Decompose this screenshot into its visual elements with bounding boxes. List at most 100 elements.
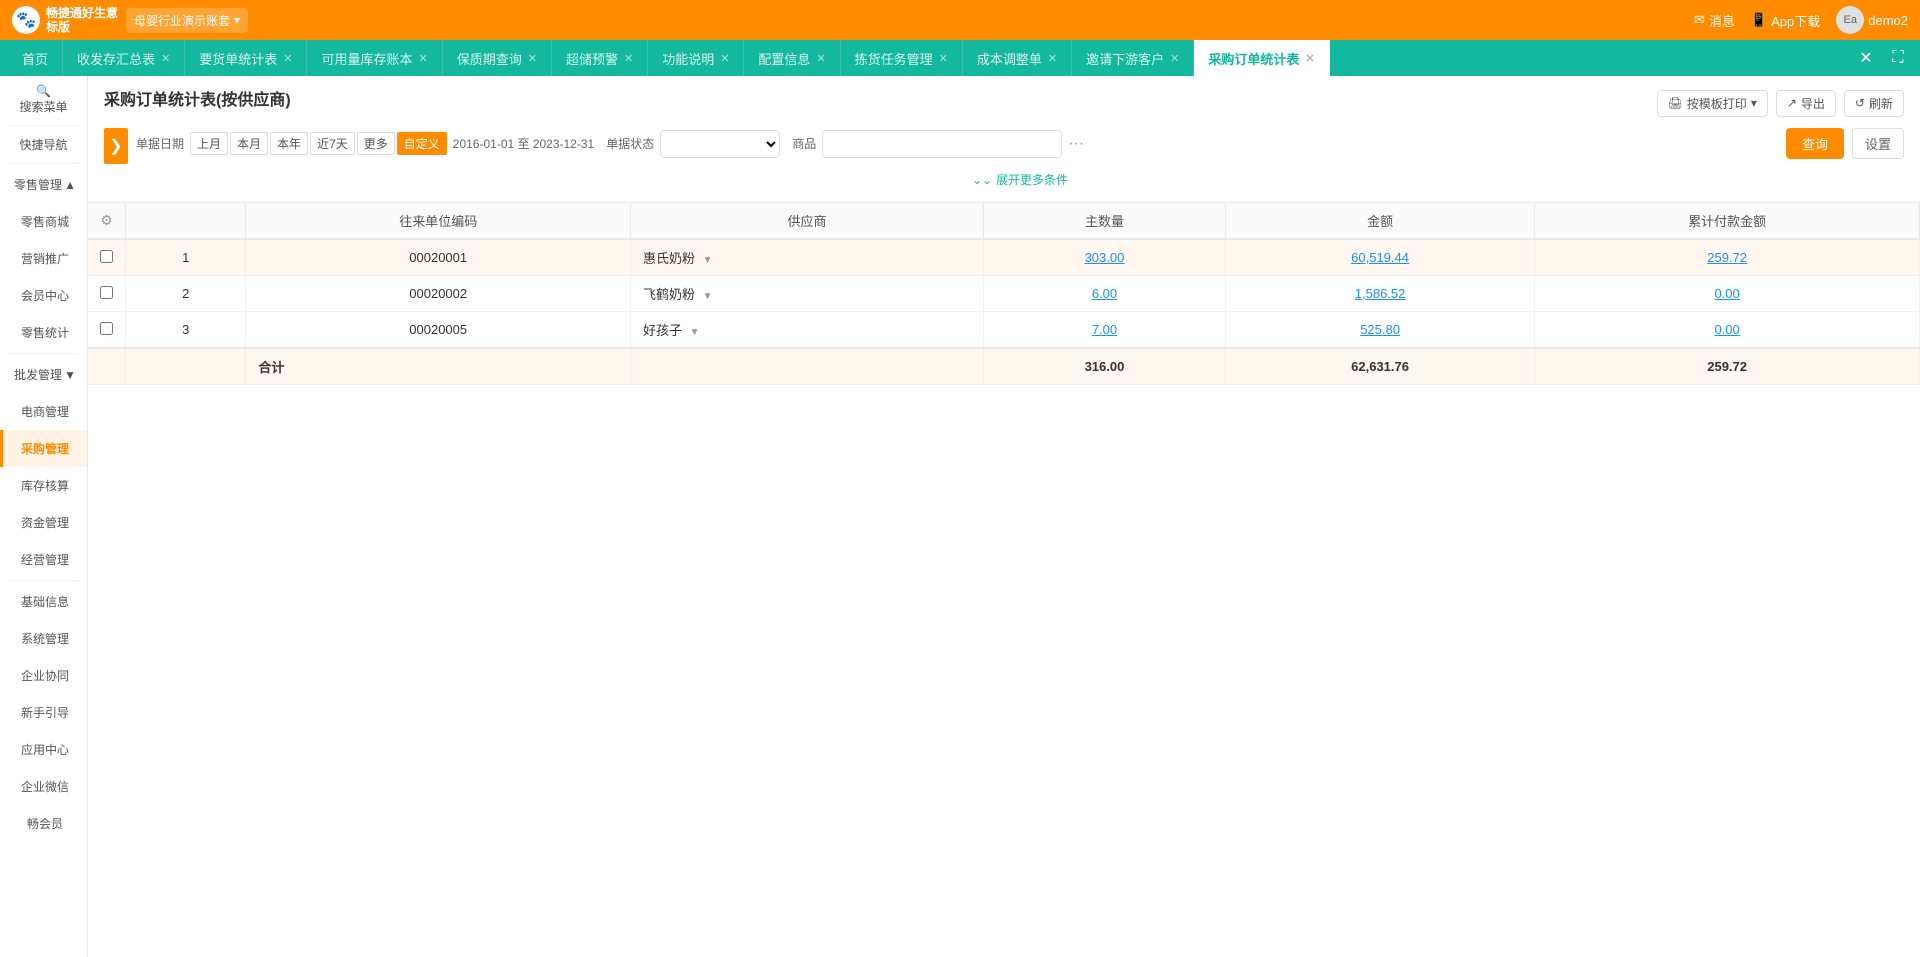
- export-btn[interactable]: ↗ 导出: [1776, 90, 1836, 117]
- table-row: 3 00020005 好孩子 ▼ 7.00 525.80 0.00: [88, 312, 1920, 349]
- close-tab-yhd[interactable]: ✕: [283, 52, 292, 65]
- date-btn-last-month[interactable]: 上月: [190, 132, 228, 155]
- sidebar-item-xsyd[interactable]: 新手引导: [0, 694, 87, 731]
- column-settings-icon[interactable]: ⚙: [100, 212, 113, 228]
- amount-link[interactable]: 525.80: [1360, 322, 1400, 337]
- sidebar-item-kche[interactable]: 库存核算: [0, 467, 87, 504]
- sidebar-item-hyxx[interactable]: 会员中心: [0, 277, 87, 314]
- sidebar-item-qywx[interactable]: 企业微信: [0, 768, 87, 805]
- cell-code: 00020005: [246, 312, 631, 349]
- sidebar-item-jygl[interactable]: 经营管理: [0, 541, 87, 578]
- expand-more-btn[interactable]: ⌄⌄ 展开更多条件: [962, 169, 1078, 190]
- close-tab-cgdd[interactable]: ✕: [1305, 52, 1314, 65]
- date-btn-custom[interactable]: 自定义: [397, 132, 447, 155]
- close-tab-ccyj[interactable]: ✕: [624, 52, 633, 65]
- row-checkbox[interactable]: [100, 322, 113, 335]
- qty-link[interactable]: 7.00: [1092, 322, 1117, 337]
- th-settings: ⚙: [88, 203, 126, 239]
- qty-link[interactable]: 6.00: [1092, 286, 1117, 301]
- close-tab-yqxyk[interactable]: ✕: [1170, 52, 1179, 65]
- sidebar-item-lssc[interactable]: 零售商城: [0, 203, 87, 240]
- close-tab-jhrw[interactable]: ✕: [939, 52, 948, 65]
- cell-seq: 1: [126, 239, 246, 276]
- tab-yhd[interactable]: 要货单统计表 ✕: [185, 40, 307, 76]
- sidebar-item-yxtg[interactable]: 营销推广: [0, 240, 87, 277]
- sidebar-item-pfgl[interactable]: 批发管理 ▼: [0, 356, 87, 393]
- tab-yqxyk[interactable]: 邀请下游客户 ✕: [1072, 40, 1194, 76]
- query-actions: 查询 设置: [1786, 128, 1904, 159]
- sidebar-item-yyzx[interactable]: 应用中心: [0, 731, 87, 768]
- close-all-tabs-btn[interactable]: ✕: [1852, 44, 1880, 72]
- tab-home[interactable]: 首页: [8, 40, 63, 76]
- tab-pzxx[interactable]: 配置信息 ✕: [744, 40, 840, 76]
- close-tab-gnsm[interactable]: ✕: [720, 52, 729, 65]
- goods-input[interactable]: [822, 130, 1062, 158]
- supplier-dropdown-icon[interactable]: ▼: [690, 327, 700, 338]
- settings-btn[interactable]: 设置: [1852, 128, 1904, 159]
- row-checkbox[interactable]: [100, 286, 113, 299]
- tab-kyl[interactable]: 可用量库存账本 ✕: [307, 40, 442, 76]
- sidebar-item-cggl[interactable]: 采购管理: [0, 430, 87, 467]
- avatar: Ea: [1836, 6, 1864, 34]
- maximize-btn[interactable]: ⛶: [1884, 44, 1912, 72]
- cell-amount: 1,586.52: [1225, 276, 1534, 312]
- paid-link[interactable]: 0.00: [1714, 322, 1739, 337]
- paid-link[interactable]: 0.00: [1714, 286, 1739, 301]
- message-btn[interactable]: ✉ 消息: [1694, 11, 1735, 30]
- close-tab-kyl[interactable]: ✕: [419, 52, 428, 65]
- sidebar-item-lstj[interactable]: 零售统计: [0, 314, 87, 351]
- qty-link[interactable]: 303.00: [1085, 250, 1125, 265]
- date-btn-this-year[interactable]: 本年: [270, 132, 308, 155]
- print-chevron-icon: ▾: [1751, 96, 1757, 110]
- date-btn-this-month[interactable]: 本月: [230, 132, 268, 155]
- collapse-filter-btn[interactable]: ❯: [104, 128, 128, 164]
- query-btn[interactable]: 查询: [1786, 128, 1844, 159]
- tab-sfz[interactable]: 收发存汇总表 ✕: [63, 40, 185, 76]
- close-tab-bzq[interactable]: ✕: [528, 52, 537, 65]
- cell-qty: 7.00: [984, 312, 1226, 349]
- date-btn-7days[interactable]: 近7天: [310, 132, 355, 155]
- sidebar-item-lsgl[interactable]: 零售管理 ▲: [0, 166, 87, 203]
- data-table: ⚙ 往来单位编码 供应商 主数量 金额 累计付款金额 1 00020001: [88, 203, 1920, 385]
- supplier-dropdown-icon[interactable]: ▼: [703, 291, 713, 302]
- workspace-selector[interactable]: 母婴行业演示账套 ▾: [126, 8, 248, 33]
- amount-link[interactable]: 1,586.52: [1355, 286, 1406, 301]
- tab-cgdd[interactable]: 采购订单统计表 ✕: [1194, 40, 1329, 76]
- sidebar-item-chy[interactable]: 畅会员: [0, 805, 87, 842]
- close-tab-sfz[interactable]: ✕: [161, 52, 170, 65]
- tab-cbtz[interactable]: 成本调整单 ✕: [963, 40, 1072, 76]
- search-icon: 🔍: [4, 84, 83, 98]
- logo-area: 🐾 畅捷通好生意 标版: [12, 6, 118, 35]
- cell-paid: 0.00: [1535, 276, 1920, 312]
- sidebar-item-xtgl[interactable]: 系统管理: [0, 620, 87, 657]
- status-select[interactable]: [660, 130, 780, 158]
- tab-bzq[interactable]: 保质期查询 ✕: [443, 40, 552, 76]
- supplier-dropdown-icon[interactable]: ▼: [703, 255, 713, 266]
- sidebar-item-dsgl[interactable]: 电商管理: [0, 393, 87, 430]
- tab-gnsm[interactable]: 功能说明 ✕: [648, 40, 744, 76]
- refresh-btn[interactable]: ↺ 刷新: [1844, 90, 1904, 117]
- print-btn[interactable]: 🖨 按模板打印 ▾: [1657, 90, 1768, 117]
- tab-jhrw[interactable]: 拣货任务管理 ✕: [841, 40, 963, 76]
- app-download-btn[interactable]: 📱 App下载: [1751, 11, 1820, 30]
- date-btn-more[interactable]: 更多: [357, 132, 395, 155]
- amount-link[interactable]: 60,519.44: [1351, 250, 1409, 265]
- close-tab-cbtz[interactable]: ✕: [1048, 52, 1057, 65]
- tab-ccyj[interactable]: 超储预警 ✕: [552, 40, 648, 76]
- cell-paid: 259.72: [1535, 239, 1920, 276]
- sidebar-item-qyxt[interactable]: 企业协同: [0, 657, 87, 694]
- th-amount: 金额: [1225, 203, 1534, 239]
- sidebar-quicknav-btn[interactable]: 快捷导航: [0, 128, 87, 161]
- sidebar-search-btn[interactable]: 🔍 搜索菜单: [0, 76, 87, 123]
- cell-paid: 0.00: [1535, 312, 1920, 349]
- close-tab-pzxx[interactable]: ✕: [816, 52, 825, 65]
- row-checkbox[interactable]: [100, 250, 113, 263]
- table-wrapper: ⚙ 往来单位编码 供应商 主数量 金额 累计付款金额 1 00020001: [88, 203, 1920, 957]
- sidebar-item-zjgl[interactable]: 资金管理: [0, 504, 87, 541]
- sidebar-item-jcxx[interactable]: 基础信息: [0, 583, 87, 620]
- arrow-icon: ▲: [64, 178, 76, 192]
- user-area[interactable]: Ea demo2: [1836, 6, 1908, 34]
- cell-check: [88, 276, 126, 312]
- logo-icon: 🐾: [12, 6, 40, 34]
- paid-link[interactable]: 259.72: [1707, 250, 1747, 265]
